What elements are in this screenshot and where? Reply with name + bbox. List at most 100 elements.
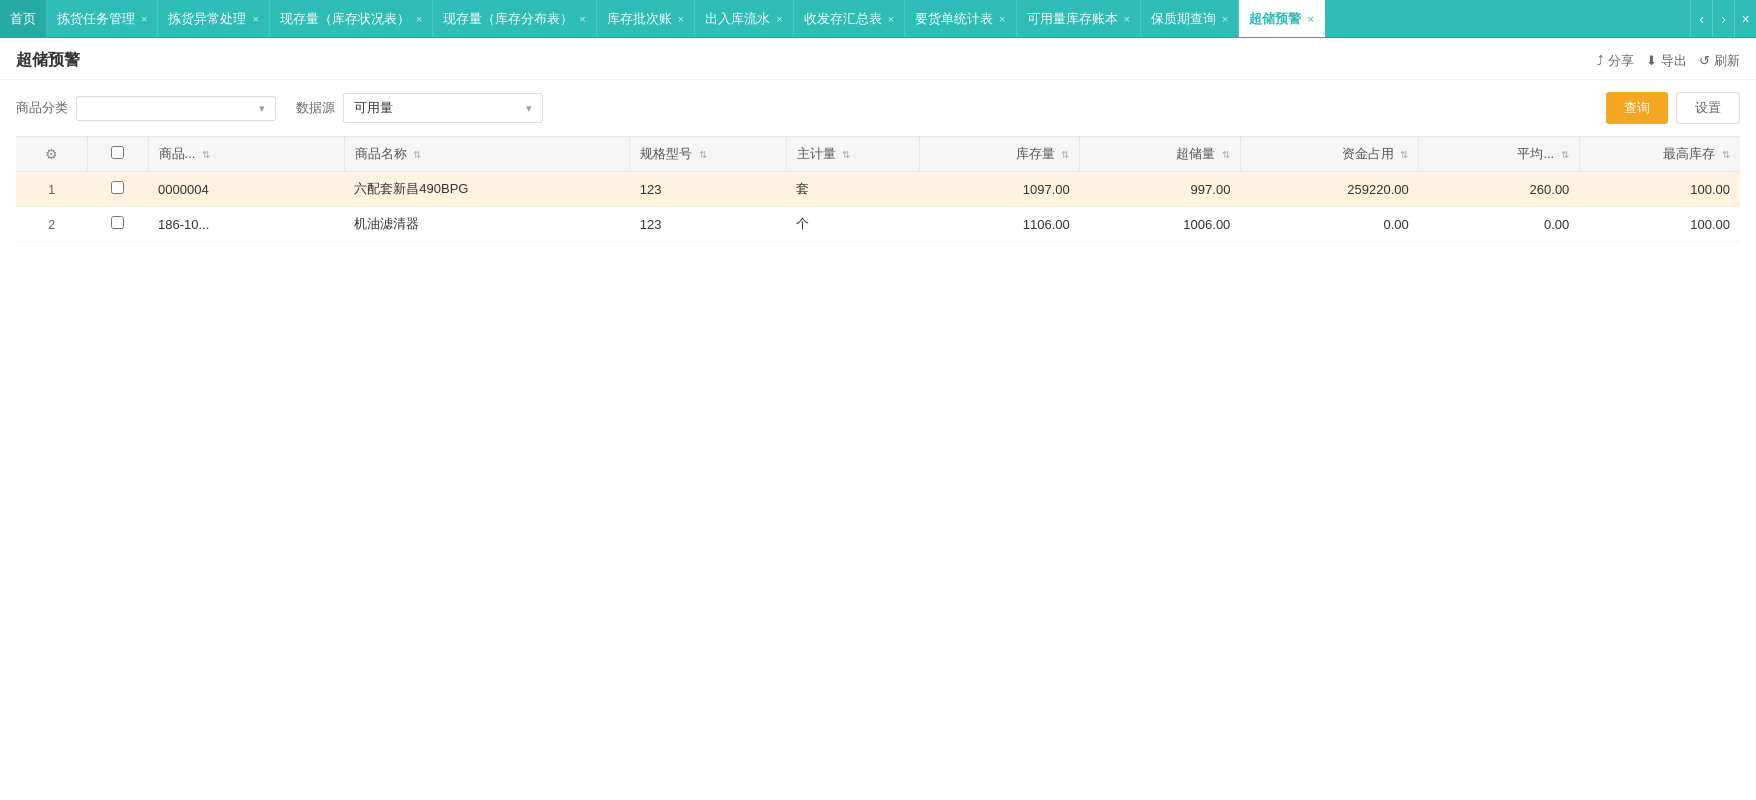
product-code: 0000004 <box>148 172 344 207</box>
sort-icon: ⇅ <box>842 149 850 160</box>
sort-icon: ⇅ <box>1061 149 1069 160</box>
query-button[interactable]: 查询 <box>1606 92 1668 124</box>
capital-column-header[interactable]: 资金占用 ⇅ <box>1240 137 1418 172</box>
export-icon: ⬇ <box>1646 53 1657 68</box>
table-row: 1 0000004 六配套新昌490BPG 123 套 1097.00 997.… <box>16 172 1740 207</box>
table-header-row: ⚙ 商品... ⇅ 商品名称 ⇅ 规格型号 ⇅ 主计量 <box>16 137 1740 172</box>
row-checkbox-cell <box>87 207 148 242</box>
sort-icon: ⇅ <box>1722 149 1730 160</box>
nav-item-requisition[interactable]: 要货单统计表 × <box>905 0 1016 37</box>
datasource-value: 可用量 <box>354 99 393 117</box>
table-body: 1 0000004 六配套新昌490BPG 123 套 1097.00 997.… <box>16 172 1740 242</box>
close-icon[interactable]: × <box>999 13 1005 25</box>
sort-icon: ⇅ <box>1561 149 1569 160</box>
row-checkbox[interactable] <box>111 216 124 229</box>
max-stock: 100.00 <box>1579 172 1740 207</box>
row-checkbox-cell <box>87 172 148 207</box>
capital-value: 0.00 <box>1240 207 1418 242</box>
refresh-icon: ↺ <box>1699 53 1710 68</box>
close-icon[interactable]: × <box>678 13 684 25</box>
share-button[interactable]: ⤴ 分享 <box>1597 52 1634 70</box>
product-code: 186-10... <box>148 207 344 242</box>
max-stock: 100.00 <box>1579 207 1740 242</box>
nav-item-batch[interactable]: 库存批次账 × <box>597 0 695 37</box>
top-navigation: 首页 拣货任务管理 × 拣货异常处理 × 现存量（库存状况表） × 现存量（库存… <box>0 0 1756 38</box>
code-column-header[interactable]: 商品... ⇅ <box>148 137 344 172</box>
row-checkbox[interactable] <box>111 181 124 194</box>
sort-icon: ⇅ <box>413 149 421 160</box>
nav-item-expiry[interactable]: 保质期查询 × <box>1141 0 1239 37</box>
close-icon[interactable]: × <box>579 13 585 25</box>
row-index: 1 <box>16 172 87 207</box>
nav-item-exception[interactable]: 拣货异常处理 × <box>158 0 269 37</box>
close-icon[interactable]: × <box>1222 13 1228 25</box>
nav-item-overstock[interactable]: 超储预警 × <box>1239 0 1324 37</box>
nav-close-all-button[interactable]: × <box>1734 0 1756 38</box>
capital-value: 259220.00 <box>1240 172 1418 207</box>
over-qty: 1006.00 <box>1080 207 1241 242</box>
nav-item-task[interactable]: 拣货任务管理 × <box>47 0 158 37</box>
avg-price: 0.00 <box>1419 207 1580 242</box>
settings-icon[interactable]: ⚙ <box>45 146 58 162</box>
export-button[interactable]: ⬇ 导出 <box>1646 52 1687 70</box>
nav-prev-button[interactable]: ‹ <box>1690 0 1712 38</box>
overstock-table: ⚙ 商品... ⇅ 商品名称 ⇅ 规格型号 ⇅ 主计量 <box>16 136 1740 242</box>
sort-icon: ⇅ <box>1222 149 1230 160</box>
close-icon[interactable]: × <box>888 13 894 25</box>
nav-item-stock-dist[interactable]: 现存量（库存分布表） × <box>433 0 596 37</box>
product-spec: 123 <box>630 207 786 242</box>
data-table-wrapper: ⚙ 商品... ⇅ 商品名称 ⇅ 规格型号 ⇅ 主计量 <box>0 136 1756 242</box>
sort-icon: ⇅ <box>202 149 210 160</box>
sort-icon: ⇅ <box>699 149 707 160</box>
close-icon[interactable]: × <box>141 13 147 25</box>
close-icon[interactable]: × <box>416 13 422 25</box>
unit-column-header[interactable]: 主计量 ⇅ <box>786 137 919 172</box>
nav-item-flow[interactable]: 出入库流水 × <box>695 0 793 37</box>
stock-qty: 1097.00 <box>919 172 1080 207</box>
refresh-button[interactable]: ↺ 刷新 <box>1699 52 1740 70</box>
avg-column-header[interactable]: 平均... ⇅ <box>1419 137 1580 172</box>
stock-qty: 1106.00 <box>919 207 1080 242</box>
filter-actions: 查询 设置 <box>1606 92 1740 124</box>
spec-column-header[interactable]: 规格型号 ⇅ <box>630 137 786 172</box>
datasource-label: 数据源 <box>296 99 335 117</box>
close-icon[interactable]: × <box>1124 13 1130 25</box>
avg-price: 260.00 <box>1419 172 1580 207</box>
name-column-header[interactable]: 商品名称 ⇅ <box>344 137 629 172</box>
max-column-header[interactable]: 最高库存 ⇅ <box>1579 137 1740 172</box>
product-name: 机油滤清器 <box>344 207 629 242</box>
set-button[interactable]: 设置 <box>1676 92 1740 124</box>
datasource-filter: 数据源 可用量 ▾ <box>296 93 543 123</box>
category-select[interactable]: ▾ <box>76 96 276 121</box>
header-actions: ⤴ 分享 ⬇ 导出 ↺ 刷新 <box>1597 52 1740 70</box>
filter-bar: 商品分类 ▾ 数据源 可用量 ▾ 查询 设置 <box>0 80 1756 136</box>
close-icon[interactable]: × <box>252 13 258 25</box>
over-column-header[interactable]: 超储量 ⇅ <box>1080 137 1241 172</box>
product-spec: 123 <box>630 172 786 207</box>
product-unit: 个 <box>786 207 919 242</box>
close-icon[interactable]: × <box>1307 13 1313 25</box>
category-filter: 商品分类 ▾ <box>16 96 276 121</box>
page-title: 超储预警 <box>16 50 80 71</box>
product-name: 六配套新昌490BPG <box>344 172 629 207</box>
table-row: 2 186-10... 机油滤清器 123 个 1106.00 1006.00 … <box>16 207 1740 242</box>
row-index: 2 <box>16 207 87 242</box>
nav-arrows: ‹ › × <box>1690 0 1756 38</box>
datasource-select[interactable]: 可用量 ▾ <box>343 93 543 123</box>
over-qty: 997.00 <box>1080 172 1241 207</box>
chevron-down-icon: ▾ <box>526 102 532 115</box>
nav-item-available[interactable]: 可用量库存账本 × <box>1017 0 1141 37</box>
page-header: 超储预警 ⤴ 分享 ⬇ 导出 ↺ 刷新 <box>0 38 1756 80</box>
nav-item-summary[interactable]: 收发存汇总表 × <box>794 0 905 37</box>
close-icon[interactable]: × <box>776 13 782 25</box>
stock-column-header[interactable]: 库存量 ⇅ <box>919 137 1080 172</box>
settings-column-header: ⚙ <box>16 137 87 172</box>
checkbox-column-header <box>87 137 148 172</box>
nav-item-home[interactable]: 首页 <box>0 0 47 37</box>
nav-next-button[interactable]: › <box>1712 0 1734 38</box>
chevron-down-icon: ▾ <box>259 102 265 115</box>
category-label: 商品分类 <box>16 99 68 117</box>
select-all-checkbox[interactable] <box>111 146 124 159</box>
share-icon: ⤴ <box>1597 53 1604 68</box>
nav-item-stock-status[interactable]: 现存量（库存状况表） × <box>270 0 433 37</box>
